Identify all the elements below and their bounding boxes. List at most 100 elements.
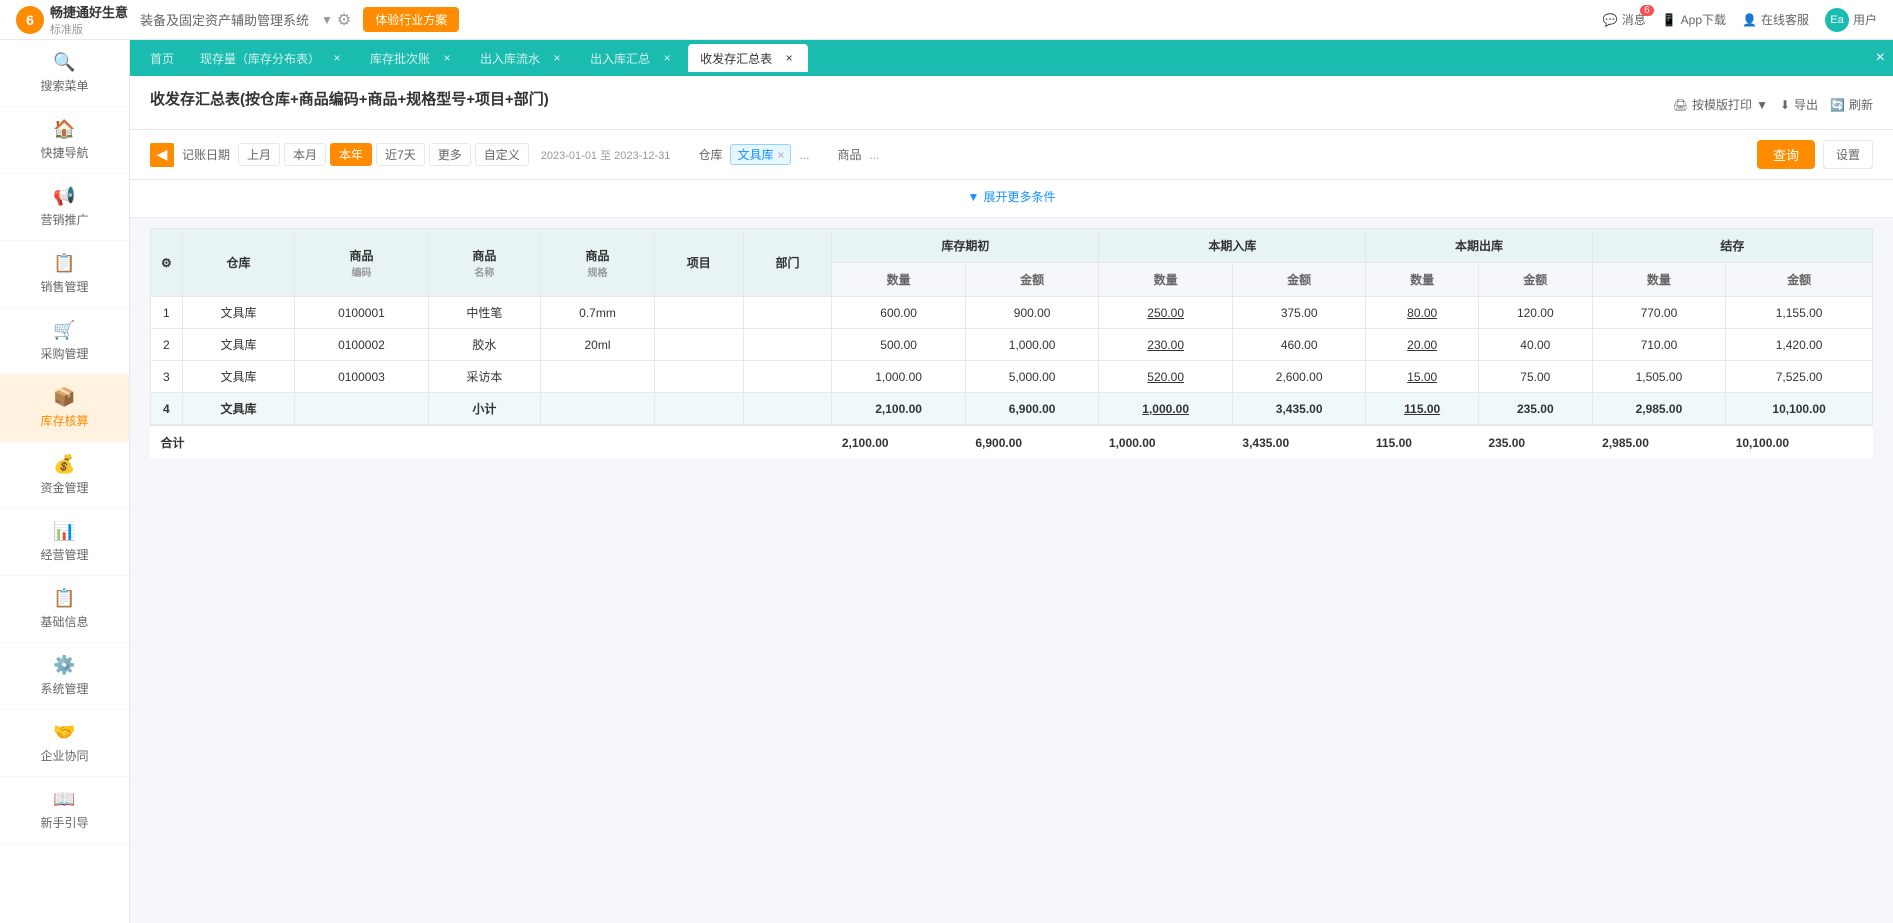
tab-receive-summary[interactable]: 收发存汇总表 ×	[688, 44, 808, 72]
footer-outbound-qty: 115.00	[1366, 425, 1478, 459]
row-dept	[743, 393, 832, 426]
query-button[interactable]: 查询	[1757, 140, 1815, 169]
row-balance-amount: 7,525.00	[1726, 361, 1873, 393]
online-service-item[interactable]: 👤 在线客服	[1742, 11, 1809, 28]
tab-flow-close[interactable]: ×	[550, 51, 564, 65]
footer-outbound-amount: 235.00	[1478, 425, 1592, 459]
filter-toggle[interactable]: ◀	[150, 143, 174, 167]
sidebar-item-quick[interactable]: 🏠 快捷导航	[0, 107, 129, 174]
row-opening-qty: 600.00	[832, 297, 966, 329]
service-icon: 👤	[1742, 13, 1757, 27]
row-opening-amount: 6,900.00	[965, 393, 1099, 426]
tab-batch-label: 库存批次账	[370, 50, 430, 67]
warehouse-tag-label: 文具库	[737, 146, 773, 163]
tab-summary[interactable]: 出入库汇总 ×	[578, 44, 686, 72]
date-filter-label: 记账日期	[182, 146, 230, 163]
tab-receive-summary-close[interactable]: ×	[782, 51, 796, 65]
sidebar-label-sales: 销售管理	[40, 278, 88, 295]
col-spec: 商品规格	[541, 229, 655, 297]
brand-name: 畅捷通好生意	[50, 2, 128, 21]
tab-batch-close[interactable]: ×	[440, 51, 454, 65]
date-btn-7days[interactable]: 近7天	[376, 143, 425, 166]
sidebar-label-guide: 新手引导	[40, 814, 88, 831]
sidebar-item-finance[interactable]: 💰 资金管理	[0, 442, 129, 509]
date-btn-this-year[interactable]: 本年	[330, 143, 372, 166]
row-outbound-qty[interactable]: 20.00	[1366, 329, 1478, 361]
row-inbound-qty[interactable]: 520.00	[1099, 361, 1233, 393]
tab-bar-close[interactable]: ×	[1876, 49, 1885, 67]
tab-home[interactable]: 首页	[138, 44, 186, 72]
date-btn-custom[interactable]: 自定义	[475, 143, 529, 166]
sidebar-item-operations[interactable]: 📊 经营管理	[0, 509, 129, 576]
tab-summary-close[interactable]: ×	[660, 51, 674, 65]
col-opening: 库存期初	[832, 229, 1099, 263]
row-outbound-qty[interactable]: 80.00	[1366, 297, 1478, 329]
row-opening-qty: 1,000.00	[832, 361, 966, 393]
tab-inventory-dist[interactable]: 现存量（库存分布表） ×	[188, 44, 356, 72]
action-buttons: 查询 设置	[1757, 140, 1873, 169]
date-btn-more[interactable]: 更多	[429, 143, 471, 166]
message-icon: 💬	[1603, 13, 1618, 27]
tab-batch[interactable]: 库存批次账 ×	[358, 44, 466, 72]
brand-sub: 标准版	[50, 21, 128, 37]
footer-label: 合计	[151, 425, 832, 459]
col-warehouse: 仓库	[182, 229, 294, 297]
row-no: 2	[151, 329, 183, 361]
row-name: 中性笔	[428, 297, 540, 329]
date-btn-this-month[interactable]: 本月	[284, 143, 326, 166]
refresh-btn[interactable]: 🔄 刷新	[1830, 96, 1873, 113]
expand-conditions-btn[interactable]: ▼ 展开更多条件	[968, 188, 1056, 205]
footer-opening-amount: 6,900.00	[965, 425, 1099, 459]
tab-flow[interactable]: 出入库流水 ×	[468, 44, 576, 72]
avatar: Ea	[1825, 8, 1849, 32]
sidebar-item-basic[interactable]: 📋 基础信息	[0, 576, 129, 643]
date-btn-last-month[interactable]: 上月	[238, 143, 280, 166]
row-outbound-amount: 40.00	[1478, 329, 1592, 361]
message-item[interactable]: 💬 消息 6	[1603, 11, 1646, 28]
col-settings[interactable]: ⚙	[151, 229, 183, 297]
sidebar-item-marketing[interactable]: 📢 营销推广	[0, 174, 129, 241]
tab-inventory-dist-close[interactable]: ×	[330, 51, 344, 65]
row-warehouse: 文具库	[182, 297, 294, 329]
message-badge: 6	[1640, 5, 1654, 16]
finance-icon: 💰	[53, 454, 75, 475]
sidebar-item-search[interactable]: 🔍 搜索菜单	[0, 40, 129, 107]
row-inbound-qty[interactable]: 230.00	[1099, 329, 1233, 361]
row-spec: 0.7mm	[541, 297, 655, 329]
trial-button[interactable]: 体验行业方案	[363, 7, 459, 32]
sidebar-item-sales[interactable]: 📋 销售管理	[0, 241, 129, 308]
user-item[interactable]: Ea 用户	[1825, 8, 1877, 32]
user-label: 用户	[1853, 11, 1877, 28]
product-filter-label: 商品	[838, 146, 862, 163]
export-btn[interactable]: ⬇ 导出	[1780, 96, 1818, 113]
sidebar-item-purchase[interactable]: 🛒 采购管理	[0, 308, 129, 375]
sidebar-item-enterprise[interactable]: 🤝 企业协同	[0, 710, 129, 777]
row-outbound-qty[interactable]: 115.00	[1366, 393, 1478, 426]
sidebar-item-system[interactable]: ⚙️ 系统管理	[0, 643, 129, 710]
warehouse-tag[interactable]: 文具库 ×	[730, 144, 791, 165]
system-dropdown[interactable]: ▼	[321, 13, 333, 27]
warehouse-tag-close[interactable]: ×	[777, 148, 784, 162]
app-download-item[interactable]: 📱 App下载	[1662, 11, 1726, 28]
settings-button[interactable]: 设置	[1823, 140, 1873, 169]
row-opening-amount: 1,000.00	[965, 329, 1099, 361]
row-inbound-qty[interactable]: 250.00	[1099, 297, 1233, 329]
warehouse-filter-dots[interactable]: ...	[799, 148, 809, 162]
sidebar-item-guide[interactable]: 📖 新手引导	[0, 777, 129, 844]
marketing-icon: 📢	[53, 186, 75, 207]
sidebar-item-inventory[interactable]: 📦 库存核算	[0, 375, 129, 442]
col-inbound-qty: 数量	[1099, 263, 1233, 297]
print-btn[interactable]: 🖨 按模版打印 ▼	[1673, 96, 1768, 113]
sidebar-label-quick: 快捷导航	[40, 144, 88, 161]
col-outbound: 本期出库	[1366, 229, 1592, 263]
tab-bar: 首页 现存量（库存分布表） × 库存批次账 × 出入库流水 × 出入库汇总 ×	[130, 40, 1893, 76]
settings-icon[interactable]: ⚙	[337, 10, 351, 30]
row-outbound-qty[interactable]: 15.00	[1366, 361, 1478, 393]
system-icon: ⚙️	[53, 655, 75, 676]
product-filter-dots[interactable]: ...	[870, 148, 880, 162]
row-balance-qty: 2,985.00	[1592, 393, 1726, 426]
row-inbound-amount: 3,435.00	[1232, 393, 1366, 426]
print-chevron-icon: ▼	[1756, 98, 1768, 112]
row-inbound-qty[interactable]: 1,000.00	[1099, 393, 1233, 426]
expand-label: 展开更多条件	[983, 188, 1055, 205]
